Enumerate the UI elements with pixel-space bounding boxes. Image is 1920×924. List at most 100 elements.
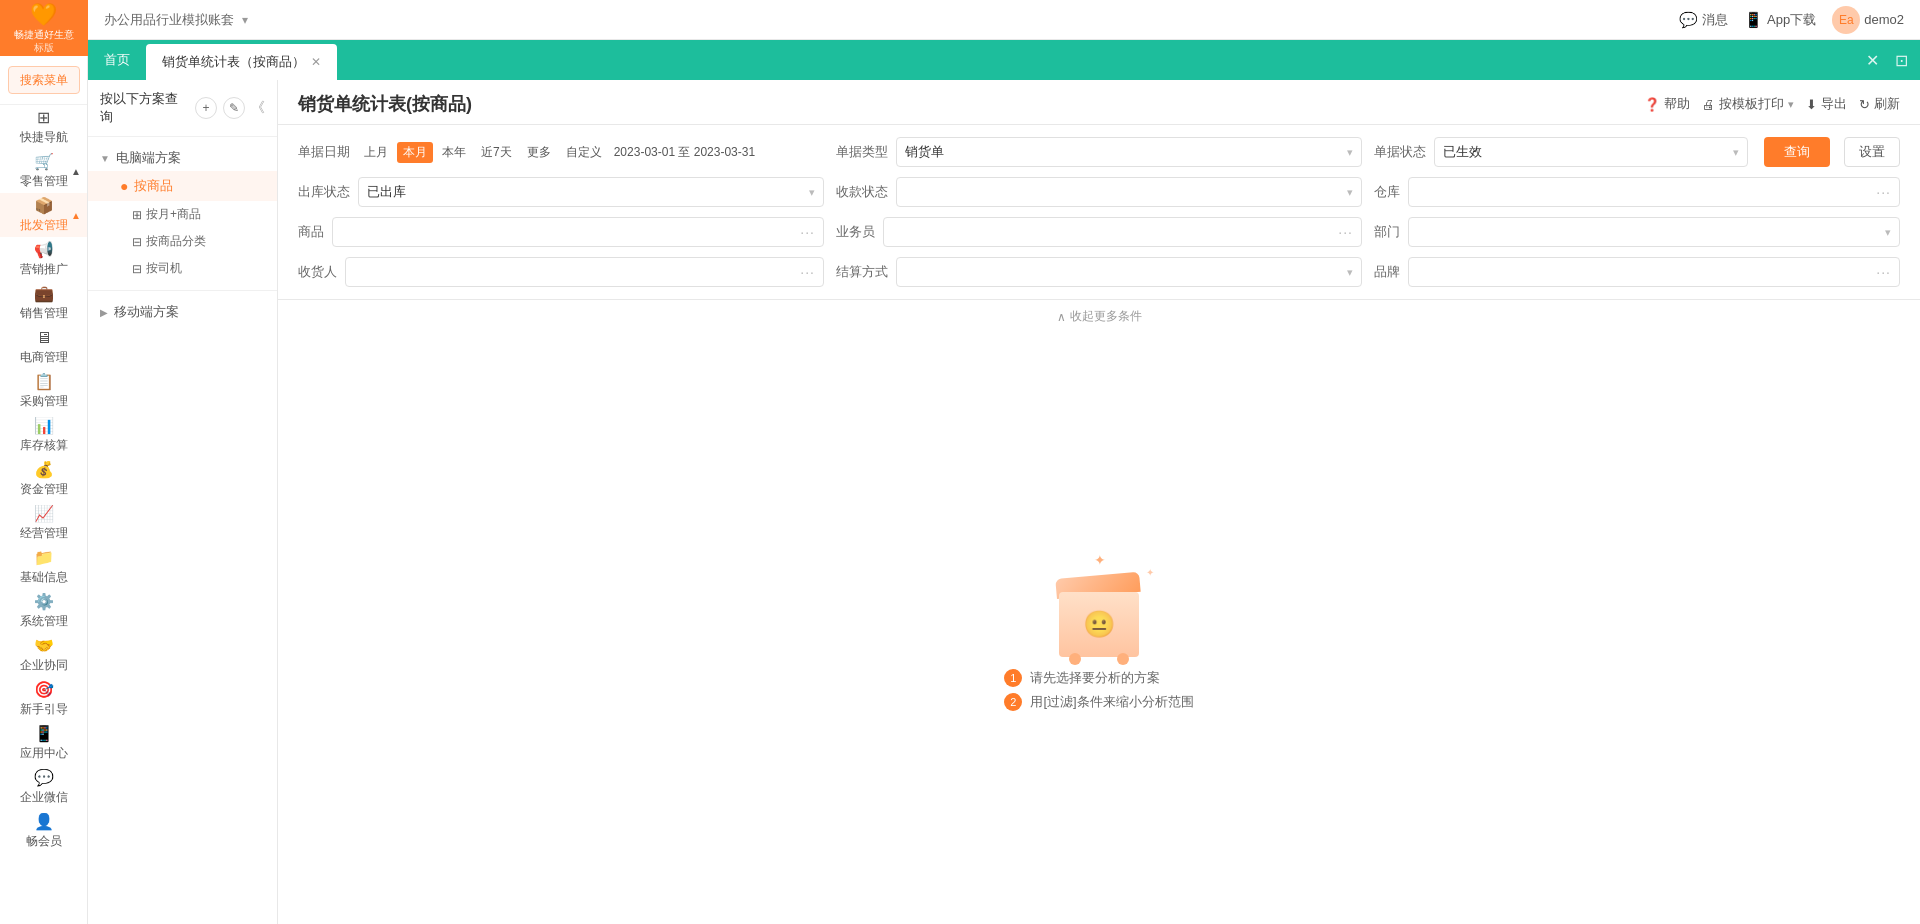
- sidebar-item-retail[interactable]: 🛒 零售管理 ▲: [0, 149, 87, 193]
- tab-close-all-btn[interactable]: ✕: [1862, 47, 1883, 74]
- print-dropdown-icon[interactable]: ▾: [1788, 98, 1794, 111]
- warehouse-input[interactable]: ···: [1408, 177, 1900, 207]
- brand-dots-icon: ···: [1876, 264, 1891, 280]
- filter-by-product[interactable]: ● 按商品: [88, 171, 277, 201]
- sidebar-item-sales[interactable]: 💼 销售管理: [0, 281, 87, 325]
- sidebar-item-marketing[interactable]: 📢 营销推广: [0, 237, 87, 281]
- export-label: 导出: [1821, 95, 1847, 113]
- doc-status-input[interactable]: 已生效 ▾: [1434, 137, 1748, 167]
- wholesale-icon: 📦: [34, 196, 54, 215]
- print-icon: 🖨: [1702, 97, 1715, 112]
- doc-type-input[interactable]: 销货单 ▾: [896, 137, 1362, 167]
- recipient-dots-icon: ···: [800, 264, 815, 280]
- filter-add-btn[interactable]: +: [195, 97, 217, 119]
- by-category-icon: ⊟: [132, 235, 142, 249]
- date-tab-last-month[interactable]: 上月: [358, 142, 394, 163]
- refresh-btn[interactable]: ↻ 刷新: [1859, 95, 1900, 113]
- print-btn[interactable]: 🖨 按模板打印 ▾: [1702, 95, 1794, 113]
- brand-input[interactable]: ···: [1408, 257, 1900, 287]
- tab-home-label: 首页: [104, 51, 130, 69]
- section-mobile-arrow: ▶: [100, 307, 108, 318]
- empty-text-list: 1 请先选择要分析的方案 2 用[过滤]条件来缩小分析范围: [1004, 669, 1193, 711]
- staff-input[interactable]: ···: [883, 217, 1362, 247]
- doc-status-label: 单据状态: [1374, 143, 1426, 161]
- box-wheel-right: [1117, 653, 1129, 665]
- help-btn[interactable]: ❓ 帮助: [1644, 95, 1690, 113]
- search-menu-btn[interactable]: 搜索菜单: [8, 66, 80, 94]
- help-label: 帮助: [1664, 95, 1690, 113]
- doc-type-label: 单据类型: [836, 143, 888, 161]
- out-status-input[interactable]: 已出库 ▾: [358, 177, 824, 207]
- sidebar-item-operation[interactable]: 📈 经营管理: [0, 501, 87, 545]
- wholesale-expand-icon: ▲: [71, 210, 81, 221]
- product-input[interactable]: ···: [332, 217, 824, 247]
- header-left: 办公用品行业模拟账套 ▾: [104, 11, 248, 29]
- by-cashier-icon: ⊟: [132, 262, 142, 276]
- warehouse-field: 仓库 ···: [1374, 177, 1900, 207]
- step-1-num: 1: [1004, 669, 1022, 687]
- export-btn[interactable]: ⬇ 导出: [1806, 95, 1847, 113]
- filter-section-desktop-header[interactable]: ▼ 电脑端方案: [88, 145, 277, 171]
- sidebar-item-appcenter[interactable]: 📱 应用中心: [0, 721, 87, 765]
- tab-close-icon[interactable]: ✕: [311, 55, 321, 69]
- sidebar-item-member[interactable]: 👤 畅会员: [0, 809, 87, 853]
- dept-input[interactable]: ▾: [1408, 217, 1900, 247]
- sidebar-item-basic[interactable]: 📁 基础信息: [0, 545, 87, 589]
- date-tab-this-year[interactable]: 本年: [436, 142, 472, 163]
- sidebar-item-enterprise[interactable]: 🤝 企业协同: [0, 633, 87, 677]
- message-btn[interactable]: 💬 消息: [1679, 11, 1728, 29]
- sidebar-item-wechat[interactable]: 💬 企业微信: [0, 765, 87, 809]
- sidebar-item-purchase[interactable]: 📋 采购管理: [0, 369, 87, 413]
- page-header-actions: ❓ 帮助 🖨 按模板打印 ▾ ⬇ 导出 ↻ 刷新: [1644, 95, 1900, 113]
- date-tab-this-month[interactable]: 本月: [397, 142, 433, 163]
- brand-label: 品牌: [1374, 263, 1400, 281]
- collapse-conditions-bar[interactable]: ∧ 收起更多条件: [278, 300, 1920, 333]
- filter-panel-actions: + ✎: [195, 97, 245, 119]
- app-download-btn[interactable]: 📱 App下载: [1744, 11, 1816, 29]
- out-status-value: 已出库: [367, 183, 406, 201]
- filter-edit-btn[interactable]: ✎: [223, 97, 245, 119]
- filter-section-mobile-header[interactable]: ▶ 移动端方案: [88, 299, 277, 325]
- avatar: Ea: [1832, 6, 1860, 34]
- query-form: 单据日期 上月 本月 本年 近7天 更多 自定义 2023-03-01 至 20…: [278, 125, 1920, 300]
- sidebar: 🧡 畅捷通好生意 标版 搜索菜单 ⊞ 快捷导航 🛒 零售管理 ▲ 📦 批发管理 …: [0, 0, 88, 924]
- doc-status-dropdown-icon: ▾: [1733, 146, 1739, 159]
- tab-home[interactable]: 首页: [88, 40, 146, 80]
- filter-by-cashier[interactable]: ⊟ 按司机: [88, 255, 277, 282]
- sidebar-item-inventory[interactable]: 📊 库存核算: [0, 413, 87, 457]
- tab-report[interactable]: 销货单统计表（按商品） ✕: [146, 44, 337, 80]
- filter-by-month-product[interactable]: ⊞ 按月+商品: [88, 201, 277, 228]
- settings-button[interactable]: 设置: [1844, 137, 1900, 167]
- payment-input[interactable]: ▾: [896, 257, 1362, 287]
- filter-by-category[interactable]: ⊟ 按商品分类: [88, 228, 277, 255]
- receipt-status-dropdown-icon: ▾: [1347, 186, 1353, 199]
- tab-restore-btn[interactable]: ⊡: [1891, 47, 1912, 74]
- filter-panel-header: 按以下方案查询 + ✎ 《: [88, 80, 277, 137]
- form-row-3: 商品 ··· 业务员 ··· 部门: [298, 217, 1900, 247]
- doc-type-dropdown-icon: ▾: [1347, 146, 1353, 159]
- sales-icon: 💼: [34, 284, 54, 303]
- industry-dropdown-icon[interactable]: ▾: [242, 13, 248, 27]
- receipt-status-input[interactable]: ▾: [896, 177, 1362, 207]
- out-status-label: 出库状态: [298, 183, 350, 201]
- message-icon: 💬: [1679, 11, 1698, 29]
- filter-collapse-btn[interactable]: 《: [251, 99, 265, 117]
- sidebar-item-wholesale[interactable]: 📦 批发管理 ▲: [0, 193, 87, 237]
- query-button[interactable]: 查询: [1764, 137, 1830, 167]
- date-tab-custom[interactable]: 自定义: [560, 142, 608, 163]
- date-range-text: 2023-03-01 至 2023-03-31: [614, 144, 755, 161]
- sidebar-item-tutorial[interactable]: 🎯 新手引导: [0, 677, 87, 721]
- product-dots-icon: ···: [800, 224, 815, 240]
- date-tab-7days[interactable]: 近7天: [475, 142, 518, 163]
- recipient-input[interactable]: ···: [345, 257, 824, 287]
- sidebar-item-quick-nav[interactable]: ⊞ 快捷导航: [0, 105, 87, 149]
- app-logo[interactable]: 🧡 畅捷通好生意 标版: [0, 0, 88, 56]
- by-product-icon: ●: [120, 178, 128, 194]
- sidebar-item-system[interactable]: ⚙️ 系统管理: [0, 589, 87, 633]
- sidebar-item-ecommerce[interactable]: 🖥 电商管理: [0, 325, 87, 369]
- user-info[interactable]: Ea demo2: [1832, 6, 1904, 34]
- date-tab-more[interactable]: 更多: [521, 142, 557, 163]
- brand-field: 品牌 ···: [1374, 257, 1900, 287]
- sidebar-item-finance[interactable]: 💰 资金管理: [0, 457, 87, 501]
- appcenter-label: 应用中心: [20, 745, 68, 762]
